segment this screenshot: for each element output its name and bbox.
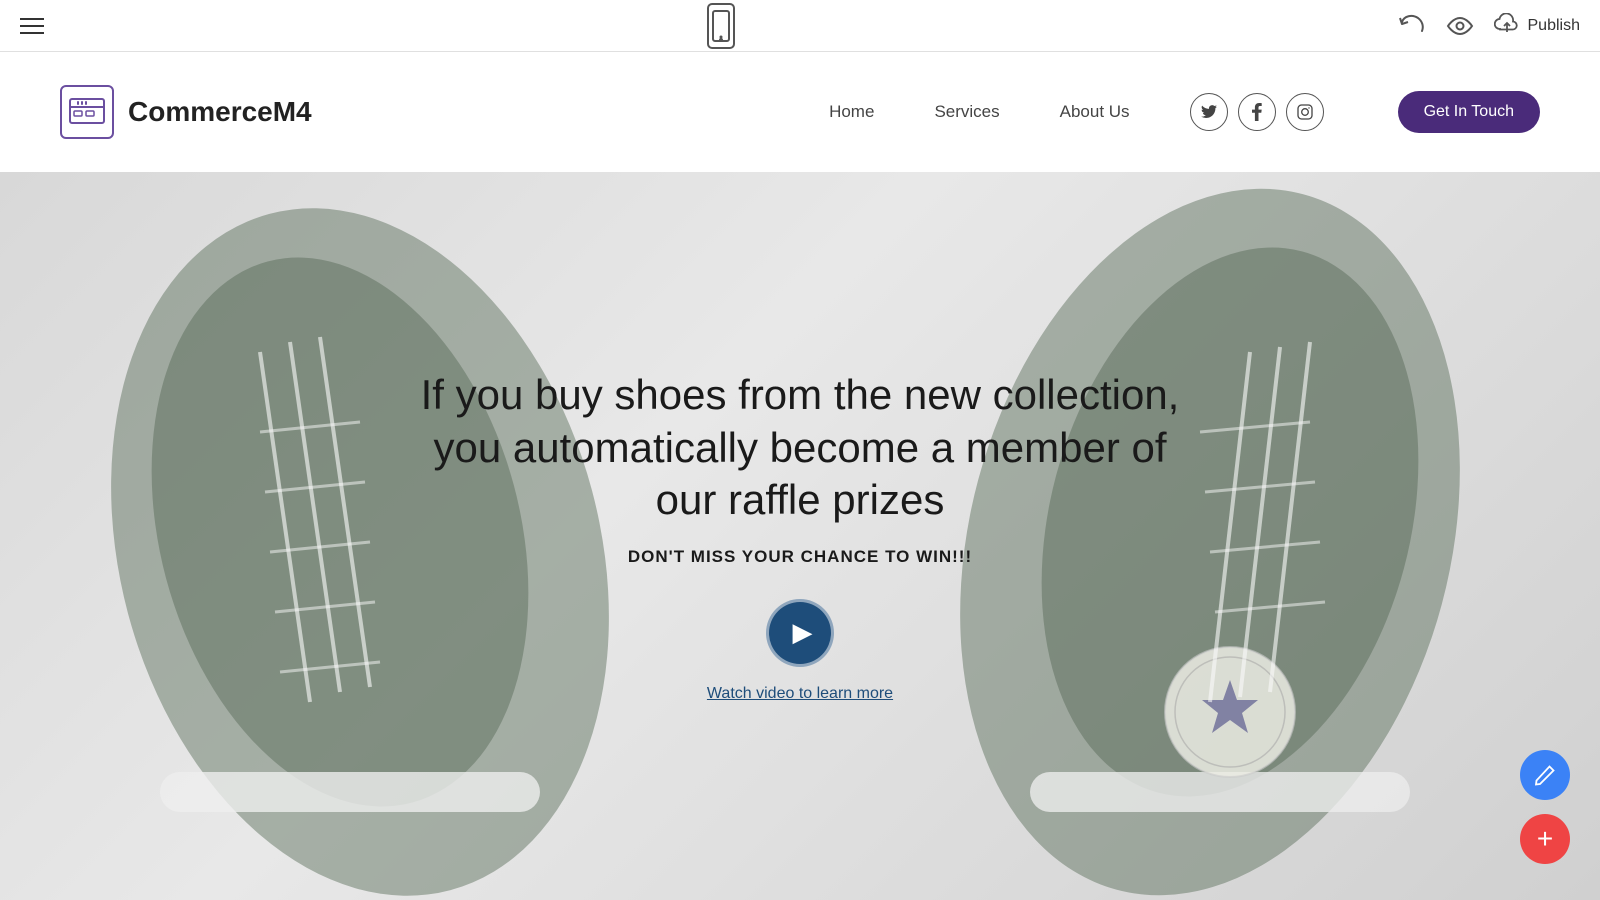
mobile-preview-button[interactable] [707, 3, 735, 49]
twitter-button[interactable] [1190, 93, 1228, 131]
cloud-icon [1494, 13, 1520, 39]
publish-button[interactable]: Publish [1494, 13, 1580, 39]
logo-icon [60, 85, 114, 139]
website-canvas: CommerceM4 Home Services About Us [0, 52, 1600, 900]
site-nav-links: Home Services About Us [829, 91, 1540, 133]
nav-about-us[interactable]: About Us [1060, 102, 1130, 122]
preview-eye-icon[interactable] [1446, 16, 1474, 36]
hamburger-menu[interactable] [20, 18, 44, 34]
play-icon: ▶ [793, 617, 813, 648]
hero-subtitle: DON'T MISS YOUR CHANCE TO WIN!!! [400, 547, 1200, 567]
instagram-button[interactable] [1286, 93, 1324, 131]
get-in-touch-button[interactable]: Get In Touch [1398, 91, 1540, 133]
toolbar-center [707, 3, 735, 49]
toolbar-left [20, 18, 44, 34]
hero-content: If you buy shoes from the new collection… [400, 369, 1200, 703]
nav-home[interactable]: Home [829, 102, 874, 122]
facebook-button[interactable] [1238, 93, 1276, 131]
publish-label: Publish [1528, 17, 1580, 35]
play-button[interactable]: ▶ [766, 599, 834, 667]
toolbar-right: Publish [1398, 13, 1580, 39]
watch-video-link[interactable]: Watch video to learn more [400, 685, 1200, 703]
plus-icon: + [1537, 823, 1553, 855]
fab-edit-button[interactable] [1520, 750, 1570, 800]
social-links [1190, 93, 1324, 131]
undo-icon[interactable] [1398, 14, 1426, 38]
toolbar: Publish [0, 0, 1600, 52]
site-logo: CommerceM4 [60, 85, 312, 139]
hero-title: If you buy shoes from the new collection… [400, 369, 1200, 527]
hero-section: If you buy shoes from the new collection… [0, 172, 1600, 900]
logo-text: CommerceM4 [128, 96, 312, 128]
nav-services[interactable]: Services [934, 102, 999, 122]
site-navigation: CommerceM4 Home Services About Us [0, 52, 1600, 172]
fab-add-button[interactable]: + [1520, 814, 1570, 864]
